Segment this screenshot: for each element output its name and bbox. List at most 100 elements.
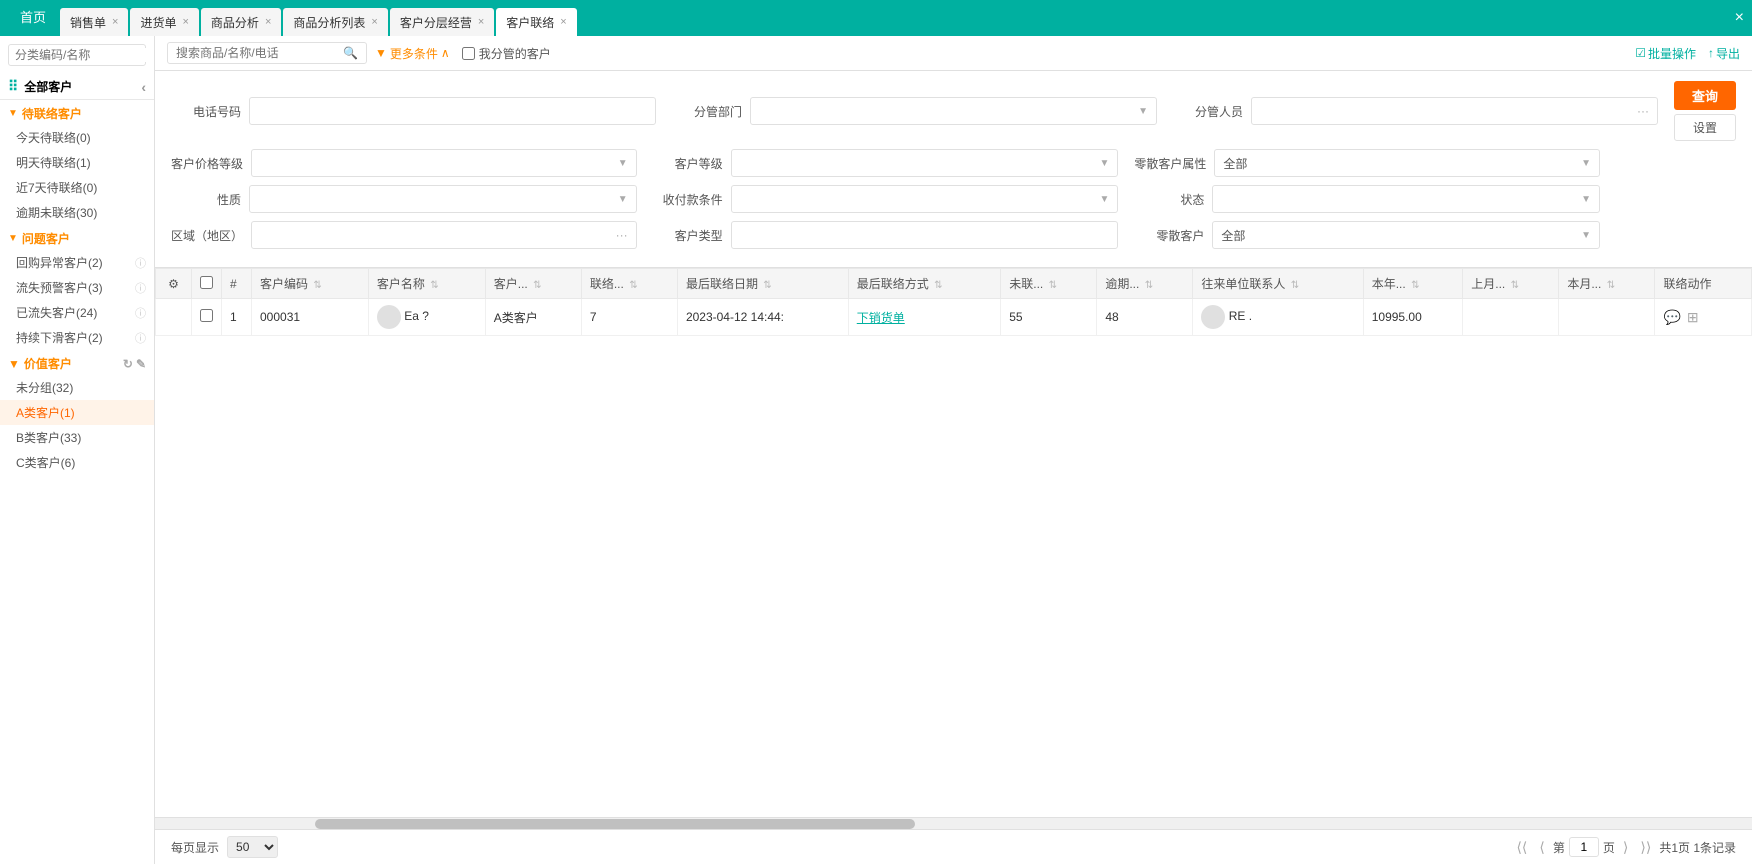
- nav-tab-customer-mgmt-close[interactable]: ×: [478, 16, 484, 28]
- table-col-last-way[interactable]: 最后联络方式 ⇅: [848, 269, 1000, 299]
- section-arrow-icon-2: ▼: [8, 233, 18, 244]
- search-input[interactable]: [176, 46, 337, 60]
- nav-tab-goods-list[interactable]: 商品分析列表 ×: [283, 8, 387, 36]
- table-col-company-contact[interactable]: 往来单位联系人 ⇅: [1193, 269, 1363, 299]
- settings-button[interactable]: 设置: [1674, 114, 1736, 141]
- prev-page-button[interactable]: ⟨: [1535, 837, 1548, 858]
- cell-checkbox[interactable]: [192, 299, 222, 336]
- sidebar-item-declining[interactable]: 持续下滑客户(2) ⓘ: [0, 325, 154, 350]
- first-page-button[interactable]: ⟨⟨: [1512, 837, 1531, 858]
- filter-icon: ▼: [375, 46, 387, 60]
- nav-tab-customer-contact-close[interactable]: ×: [560, 16, 566, 28]
- table-col-contacts[interactable]: 联络... ⇅: [581, 269, 677, 299]
- filter-input-customer-level[interactable]: ▼: [731, 149, 1119, 177]
- table-col-overdue[interactable]: 逾期... ⇅: [1097, 269, 1193, 299]
- table-col-gear[interactable]: ⚙: [156, 269, 192, 299]
- filter-input-customer-type[interactable]: [731, 221, 1119, 249]
- sidebar-collapse-button[interactable]: ‹: [141, 79, 146, 95]
- sort-uncontacted-icon: ⇅: [1049, 280, 1057, 291]
- batch-op-button[interactable]: ☑ 批量操作: [1635, 45, 1696, 62]
- nav-tab-sales[interactable]: 销售单 ×: [60, 8, 128, 36]
- filter-label: 更多条件: [390, 45, 438, 62]
- nav-tab-customer-mgmt-label: 客户分层经营: [400, 14, 472, 31]
- filter-input-price-level[interactable]: ▼: [251, 149, 637, 177]
- nav-home[interactable]: 首页: [8, 0, 58, 36]
- sidebar-search-input[interactable]: [15, 48, 155, 62]
- last-page-button[interactable]: ⟩⟩: [1636, 837, 1655, 858]
- gear-icon[interactable]: ⚙: [168, 277, 179, 291]
- table-col-checkbox[interactable]: [192, 269, 222, 299]
- table-col-this-year[interactable]: 本年... ⇅: [1363, 269, 1463, 299]
- cell-code: 000031: [252, 299, 369, 336]
- page-number-input[interactable]: [1569, 837, 1599, 857]
- horizontal-scrollbar[interactable]: [155, 817, 1752, 829]
- sidebar-item-today[interactable]: 今天待联络(0): [0, 125, 154, 150]
- action-buttons: 查询 设置: [1674, 81, 1736, 141]
- table-col-name[interactable]: 客户名称 ⇅: [368, 269, 485, 299]
- scrollbar-thumb[interactable]: [315, 819, 915, 829]
- sidebar-item-ungrouped[interactable]: 未分组(32): [0, 375, 154, 400]
- cell-last-way[interactable]: 下销货单: [848, 299, 1000, 336]
- search-icon[interactable]: 🔍: [343, 46, 358, 60]
- sidebar-item-a-class[interactable]: A类客户(1): [0, 400, 154, 425]
- filter-input-dept[interactable]: ▼: [750, 97, 1157, 125]
- my-customers-checkbox[interactable]: 我分管的客户: [462, 45, 551, 62]
- next-page-button[interactable]: ⟩: [1619, 837, 1632, 858]
- nav-tab-customer-contact[interactable]: 客户联络 ×: [496, 8, 576, 36]
- sidebar-search-box[interactable]: 🔍: [8, 44, 146, 66]
- customer-table: ⚙ # 客户编码 ⇅ 客户名称 ⇅: [155, 268, 1752, 336]
- filter-input-phone[interactable]: [249, 97, 656, 125]
- nav-tab-goods-analysis[interactable]: 商品分析 ×: [201, 8, 281, 36]
- nav-tab-purchase-close[interactable]: ×: [182, 16, 188, 28]
- chat-action-icon[interactable]: 💬: [1663, 309, 1680, 326]
- chevron-down-icon-1: ▼: [1138, 106, 1148, 117]
- grid-icon: ⠿: [8, 78, 18, 95]
- export-button[interactable]: ↑ 导出: [1708, 45, 1740, 62]
- search-button[interactable]: 查询: [1674, 81, 1736, 110]
- table-col-last-month[interactable]: 上月... ⇅: [1463, 269, 1559, 299]
- filter-input-retail[interactable]: 全部 ▼: [1212, 221, 1600, 249]
- table-col-type[interactable]: 客户... ⇅: [485, 269, 581, 299]
- sidebar-item-b-class[interactable]: B类客户(33): [0, 425, 154, 450]
- last-way-link[interactable]: 下销货单: [857, 311, 905, 325]
- edit-value-icon[interactable]: ✎: [136, 357, 146, 371]
- filter-input-region[interactable]: ···: [251, 221, 637, 249]
- filter-input-payment[interactable]: ▼: [731, 185, 1119, 213]
- sort-last-month-icon: ⇅: [1511, 280, 1519, 291]
- filter-label-retail: 零散客户: [1134, 227, 1204, 244]
- sidebar-item-overdue[interactable]: 逾期未联络(30): [0, 200, 154, 225]
- refresh-icon[interactable]: ↻: [123, 357, 133, 371]
- my-customers-check[interactable]: [462, 47, 475, 60]
- sidebar-item-repurchase[interactable]: 回购异常客户(2) ⓘ: [0, 250, 154, 275]
- filter-more-button[interactable]: ▼ 更多条件 ∧: [375, 45, 450, 62]
- cell-last-date: 2023-04-12 14:44:: [677, 299, 848, 336]
- qr-action-icon[interactable]: ⊞: [1687, 309, 1699, 326]
- nav-tab-goods-analysis-close[interactable]: ×: [265, 16, 271, 28]
- nav-tab-goods-list-close[interactable]: ×: [371, 16, 377, 28]
- table-col-code[interactable]: 客户编码 ⇅: [252, 269, 369, 299]
- table-col-uncontacted[interactable]: 未联... ⇅: [1001, 269, 1097, 299]
- sidebar-item-tomorrow[interactable]: 明天待联络(1): [0, 150, 154, 175]
- row-checkbox[interactable]: [200, 309, 213, 322]
- close-all-tabs-button[interactable]: ×: [1735, 9, 1744, 27]
- table-col-last-date[interactable]: 最后联络日期 ⇅: [677, 269, 848, 299]
- nav-tab-customer-mgmt[interactable]: 客户分层经营 ×: [390, 8, 494, 36]
- sidebar-item-churn-warning[interactable]: 流失预警客户(3) ⓘ: [0, 275, 154, 300]
- sidebar-item-churned[interactable]: 已流失客户(24) ⓘ: [0, 300, 154, 325]
- select-all-checkbox[interactable]: [200, 276, 213, 289]
- table-col-this-month[interactable]: 本月... ⇅: [1559, 269, 1655, 299]
- filter-input-manager[interactable]: ···: [1251, 97, 1658, 125]
- search-box[interactable]: 🔍: [167, 42, 367, 64]
- filter-label-dept: 分管部门: [672, 103, 742, 120]
- nav-tab-sales-close[interactable]: ×: [112, 16, 118, 28]
- filter-input-retail-attr[interactable]: 全部 ▼: [1214, 149, 1600, 177]
- sidebar-all-customers[interactable]: ⠿ 全部客户 ‹: [0, 74, 154, 100]
- filter-input-status[interactable]: ▼: [1212, 185, 1600, 213]
- sidebar-item-7days[interactable]: 近7天待联络(0): [0, 175, 154, 200]
- filter-input-nature[interactable]: ▼: [249, 185, 637, 213]
- nav-tab-goods-list-label: 商品分析列表: [293, 14, 365, 31]
- toolbar-right: ☑ 批量操作 ↑ 导出: [1635, 45, 1740, 62]
- sidebar-item-c-class[interactable]: C类客户(6): [0, 450, 154, 475]
- nav-tab-purchase[interactable]: 进货单 ×: [130, 8, 198, 36]
- page-size-select[interactable]: 50 100 200: [227, 836, 278, 858]
